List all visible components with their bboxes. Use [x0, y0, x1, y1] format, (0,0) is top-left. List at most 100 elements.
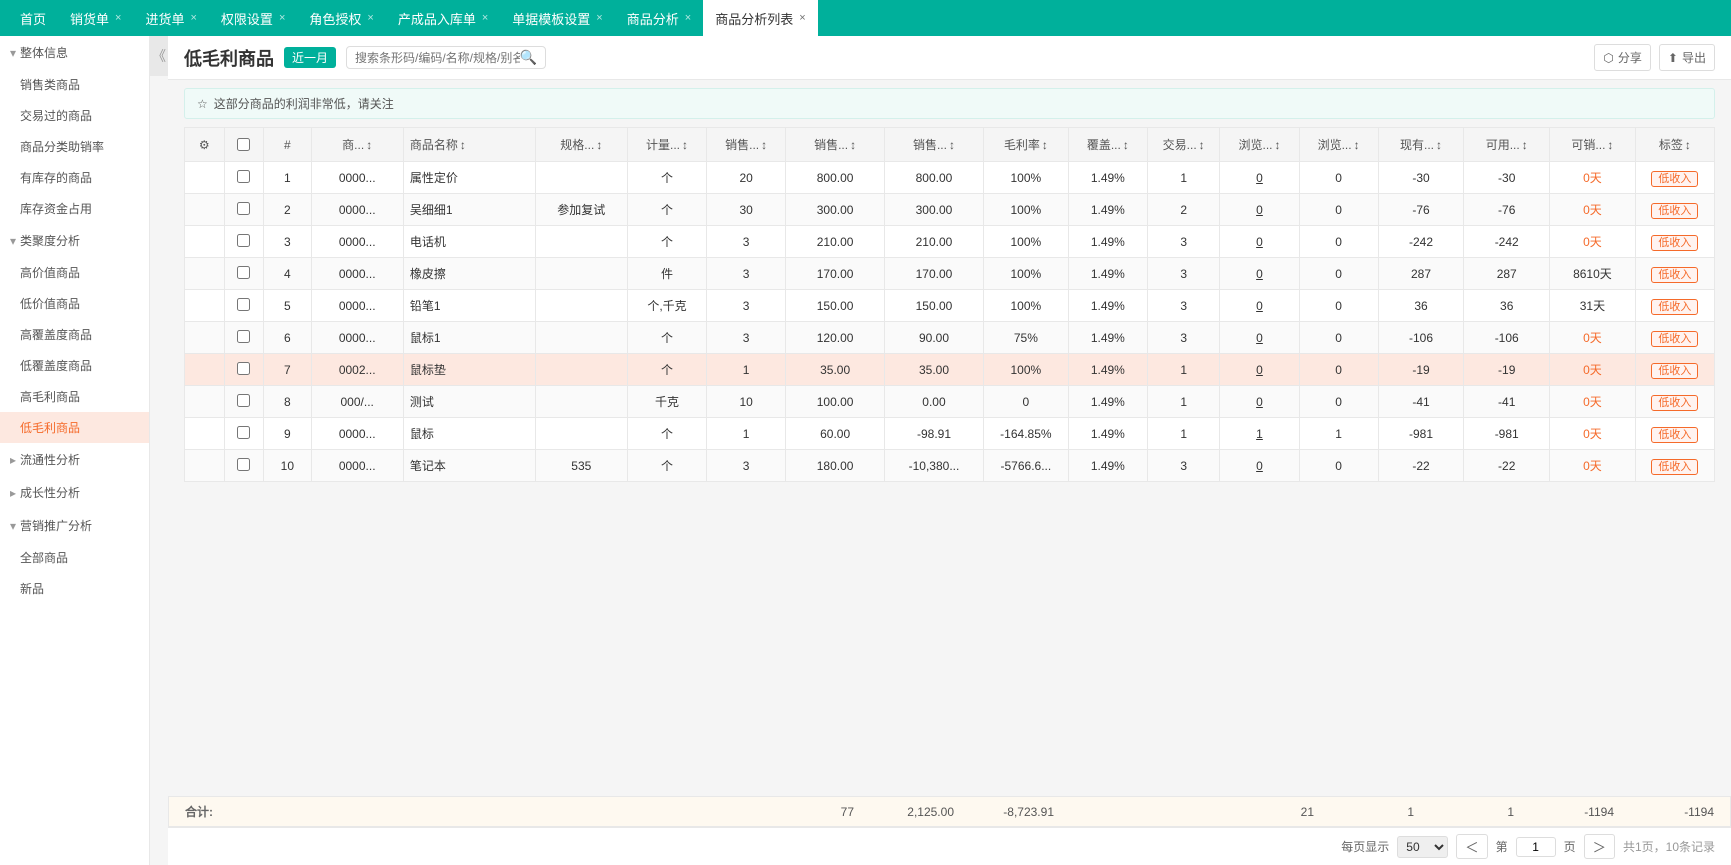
sidebar-group-marketing[interactable]: ▾ 营销推广分析: [0, 509, 149, 542]
nav-role[interactable]: 角色授权 ×: [297, 0, 385, 36]
cell-settings[interactable]: [185, 418, 225, 450]
sidebar-item-low-cover[interactable]: 低覆盖度商品: [0, 350, 149, 381]
col-name-header[interactable]: 商品名称 ↕: [403, 128, 535, 162]
sidebar-item-category-rate[interactable]: 商品分类助销率: [0, 131, 149, 162]
table-row[interactable]: 4 0000... 橡皮擦 件 3 170.00 170.00 100% 1.4…: [185, 258, 1715, 290]
row-checkbox[interactable]: [237, 266, 250, 279]
cell-pv1[interactable]: 0: [1220, 290, 1299, 322]
col-check[interactable]: [224, 128, 264, 162]
cell-check[interactable]: [224, 162, 264, 194]
nav-product-analysis-list[interactable]: 商品分析列表 ×: [703, 0, 817, 36]
cell-check[interactable]: [224, 386, 264, 418]
cell-pv1[interactable]: 0: [1220, 354, 1299, 386]
filter-tag[interactable]: 近一月: [284, 47, 336, 68]
table-row[interactable]: 8 000/... 测试 千克 10 100.00 0.00 0 1.49% 1…: [185, 386, 1715, 418]
cell-settings[interactable]: [185, 194, 225, 226]
sidebar-item-traded[interactable]: 交易过的商品: [0, 100, 149, 131]
export-button[interactable]: ⬆ 导出: [1659, 44, 1715, 71]
col-spec-header[interactable]: 规格... ↕: [535, 128, 627, 162]
sidebar-group-cluster[interactable]: ▾ 类聚度分析: [0, 224, 149, 257]
col-pv1-header[interactable]: 浏览... ↕: [1220, 128, 1299, 162]
close-icon[interactable]: ×: [190, 12, 196, 24]
sidebar-item-high-value[interactable]: 高价值商品: [0, 257, 149, 288]
col-sale-qty-header[interactable]: 销售... ↕: [707, 128, 786, 162]
cell-settings[interactable]: [185, 290, 225, 322]
sidebar-item-low-value[interactable]: 低价值商品: [0, 288, 149, 319]
table-row[interactable]: 6 0000... 鼠标1 个 3 120.00 90.00 75% 1.49%…: [185, 322, 1715, 354]
close-icon[interactable]: ×: [279, 12, 285, 24]
cell-check[interactable]: [224, 418, 264, 450]
sidebar-item-high-gross[interactable]: 高毛利商品: [0, 381, 149, 412]
cell-settings[interactable]: [185, 322, 225, 354]
col-stock-header[interactable]: 现有... ↕: [1378, 128, 1464, 162]
search-input[interactable]: [355, 51, 520, 65]
sidebar-item-in-stock[interactable]: 有库存的商品: [0, 162, 149, 193]
select-all-checkbox[interactable]: [237, 138, 250, 151]
table-row[interactable]: 10 0000... 笔记本 535 个 3 180.00 -10,380...…: [185, 450, 1715, 482]
nav-home[interactable]: 首页: [8, 0, 58, 36]
cell-pv1[interactable]: 0: [1220, 450, 1299, 482]
sidebar-group-growth[interactable]: ▸ 成长性分析: [0, 476, 149, 509]
cell-settings[interactable]: [185, 354, 225, 386]
sidebar-item-all-products[interactable]: 全部商品: [0, 542, 149, 573]
cell-check[interactable]: [224, 354, 264, 386]
table-row[interactable]: 9 0000... 鼠标 个 1 60.00 -98.91 -164.85% 1…: [185, 418, 1715, 450]
row-checkbox[interactable]: [237, 362, 250, 375]
col-unit-header[interactable]: 计量... ↕: [627, 128, 706, 162]
col-sale-amount-header[interactable]: 销售... ↕: [885, 128, 984, 162]
cell-pv1[interactable]: 0: [1220, 162, 1299, 194]
col-sale-price-header[interactable]: 销售... ↕: [786, 128, 885, 162]
cell-check[interactable]: [224, 290, 264, 322]
per-page-select[interactable]: 50 100 200: [1397, 836, 1448, 858]
row-checkbox[interactable]: [237, 234, 250, 247]
search-icon[interactable]: 🔍: [520, 49, 537, 66]
close-icon[interactable]: ×: [799, 12, 805, 24]
nav-purchase[interactable]: 进货单 ×: [133, 0, 208, 36]
col-pv2-header[interactable]: 浏览... ↕: [1299, 128, 1378, 162]
sidebar-item-high-cover[interactable]: 高覆盖度商品: [0, 319, 149, 350]
page-input[interactable]: [1516, 837, 1556, 857]
cell-check[interactable]: [224, 322, 264, 354]
next-page-button[interactable]: ＞: [1584, 834, 1615, 859]
col-days-header[interactable]: 可销... ↕: [1550, 128, 1636, 162]
sidebar-group-flow[interactable]: ▸ 流通性分析: [0, 443, 149, 476]
row-checkbox[interactable]: [237, 426, 250, 439]
cell-check[interactable]: [224, 450, 264, 482]
sidebar-item-capital[interactable]: 库存资金占用: [0, 193, 149, 224]
row-checkbox[interactable]: [237, 298, 250, 311]
nav-sales[interactable]: 销货单 ×: [58, 0, 133, 36]
sidebar-item-new-products[interactable]: 新品: [0, 573, 149, 604]
cell-pv1[interactable]: 0: [1220, 322, 1299, 354]
col-gross-rate-header[interactable]: 毛利率 ↕: [983, 128, 1068, 162]
col-avail-header[interactable]: 可用... ↕: [1464, 128, 1550, 162]
row-checkbox[interactable]: [237, 330, 250, 343]
nav-template[interactable]: 单据模板设置 ×: [500, 0, 614, 36]
cell-check[interactable]: [224, 194, 264, 226]
col-tag-header[interactable]: 标签 ↕: [1635, 128, 1714, 162]
cell-pv1[interactable]: 0: [1220, 194, 1299, 226]
prev-page-button[interactable]: ＜: [1456, 834, 1487, 859]
table-row[interactable]: 5 0000... 铅笔1 个,千克 3 150.00 150.00 100% …: [185, 290, 1715, 322]
close-icon[interactable]: ×: [685, 12, 691, 24]
table-row[interactable]: 1 0000... 属性定价 个 20 800.00 800.00 100% 1…: [185, 162, 1715, 194]
sidebar-group-overall[interactable]: ▾ 整体信息: [0, 36, 149, 69]
cell-pv1[interactable]: 1: [1220, 418, 1299, 450]
cell-settings[interactable]: [185, 258, 225, 290]
cell-settings[interactable]: [185, 386, 225, 418]
nav-permission[interactable]: 权限设置 ×: [209, 0, 297, 36]
row-checkbox[interactable]: [237, 170, 250, 183]
cell-pv1[interactable]: 0: [1220, 258, 1299, 290]
close-icon[interactable]: ×: [115, 12, 121, 24]
close-icon[interactable]: ×: [596, 12, 602, 24]
sidebar-item-sales-products[interactable]: 销售类商品: [0, 69, 149, 100]
table-row[interactable]: 7 0002... 鼠标垫 个 1 35.00 35.00 100% 1.49%…: [185, 354, 1715, 386]
row-checkbox[interactable]: [237, 394, 250, 407]
col-settings[interactable]: ⚙: [185, 128, 225, 162]
col-tx-header[interactable]: 交易... ↕: [1147, 128, 1220, 162]
cell-pv1[interactable]: 0: [1220, 226, 1299, 258]
table-row[interactable]: 3 0000... 电话机 个 3 210.00 210.00 100% 1.4…: [185, 226, 1715, 258]
row-checkbox[interactable]: [237, 458, 250, 471]
share-button[interactable]: ⬡ 分享: [1594, 44, 1651, 71]
cell-settings[interactable]: [185, 162, 225, 194]
close-icon[interactable]: ×: [367, 12, 373, 24]
